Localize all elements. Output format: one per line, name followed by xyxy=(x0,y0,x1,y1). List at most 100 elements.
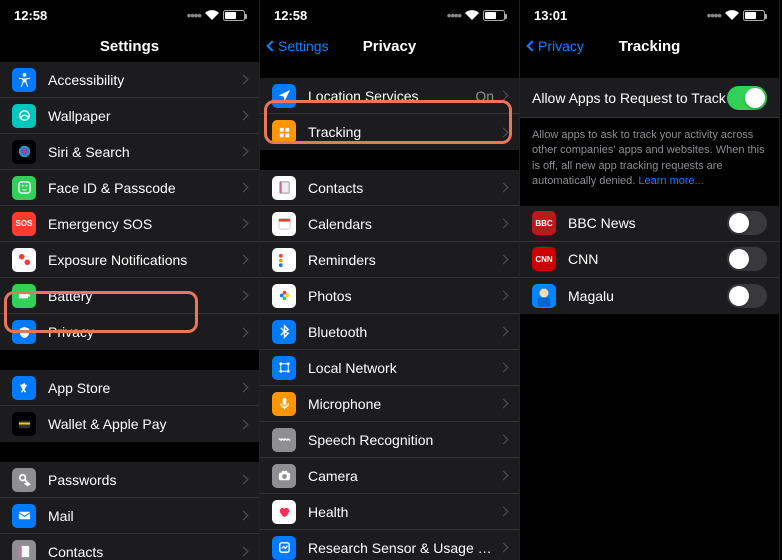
camera-icon xyxy=(272,464,296,488)
chevron-right-icon xyxy=(499,363,509,373)
row-wallpaper[interactable]: Wallpaper xyxy=(0,98,259,134)
chevron-left-icon xyxy=(266,40,277,51)
cnn-toggle[interactable] xyxy=(727,247,767,271)
row-siri-search[interactable]: Siri & Search xyxy=(0,134,259,170)
status-bar: 12:58 •••• xyxy=(0,0,259,30)
row-label: Research Sensor & Usage Data xyxy=(308,540,500,556)
signal-icon: •••• xyxy=(447,8,461,23)
battery-icon xyxy=(743,10,765,21)
chevron-right-icon xyxy=(499,327,509,337)
chevron-right-icon xyxy=(239,383,249,393)
allow-tracking-row[interactable]: Allow Apps to Request to Track xyxy=(520,78,779,118)
contacts-icon xyxy=(12,540,36,560)
tracking-list[interactable]: Allow Apps to Request to Track Allow app… xyxy=(520,62,779,560)
app-row-cnn[interactable]: CNNCNN xyxy=(520,242,779,278)
battery-icon xyxy=(223,10,245,21)
app-label: Magalu xyxy=(568,288,727,304)
chevron-right-icon xyxy=(499,127,509,137)
chevron-right-icon xyxy=(239,327,249,337)
row-face-id-passcode[interactable]: Face ID & Passcode xyxy=(0,170,259,206)
chevron-right-icon xyxy=(239,547,249,557)
status-bar: 13:01 •••• xyxy=(520,0,779,30)
row-app-store[interactable]: App Store xyxy=(0,370,259,406)
row-microphone[interactable]: Microphone xyxy=(260,386,519,422)
bluetooth-icon xyxy=(272,320,296,344)
chevron-right-icon xyxy=(499,291,509,301)
chevron-right-icon xyxy=(499,399,509,409)
row-photos[interactable]: Photos xyxy=(260,278,519,314)
row-battery[interactable]: Battery xyxy=(0,278,259,314)
row-label: Emergency SOS xyxy=(48,216,240,232)
allow-tracking-label: Allow Apps to Request to Track xyxy=(532,90,727,106)
row-label: Contacts xyxy=(48,544,240,560)
chevron-right-icon xyxy=(239,147,249,157)
chevron-right-icon xyxy=(239,219,249,229)
wallpaper-icon xyxy=(12,104,36,128)
bbc-news-app-icon: BBC xyxy=(532,211,556,235)
app-row-magalu[interactable]: Magalu xyxy=(520,278,779,314)
row-emergency-sos[interactable]: SOSEmergency SOS xyxy=(0,206,259,242)
app-row-bbc-news[interactable]: BBC BBC News xyxy=(520,206,779,242)
row-label: Camera xyxy=(308,468,500,484)
row-calendars[interactable]: Calendars xyxy=(260,206,519,242)
back-button[interactable]: Privacy xyxy=(528,38,584,54)
passwords-icon xyxy=(12,468,36,492)
row-label: Tracking xyxy=(308,124,500,140)
row-wallet-apple-pay[interactable]: Wallet & Apple Pay xyxy=(0,406,259,442)
row-label: Wallet & Apple Pay xyxy=(48,416,240,432)
page-title: Tracking xyxy=(619,38,681,55)
row-camera[interactable]: Camera xyxy=(260,458,519,494)
row-mail[interactable]: Mail xyxy=(0,498,259,534)
privacy-list[interactable]: Location ServicesOn Tracking Contacts Cale… xyxy=(260,62,519,560)
face-id-passcode-icon xyxy=(12,176,36,200)
row-privacy[interactable]: Privacy xyxy=(0,314,259,350)
chevron-right-icon xyxy=(499,471,509,481)
speech-recognition-icon xyxy=(272,428,296,452)
app-label: BBC News xyxy=(568,215,727,231)
exposure-notifications-icon xyxy=(12,248,36,272)
row-passwords[interactable]: Passwords xyxy=(0,462,259,498)
chevron-left-icon xyxy=(526,40,537,51)
row-local-network[interactable]: Local Network xyxy=(260,350,519,386)
row-location-services[interactable]: Location ServicesOn xyxy=(260,78,519,114)
row-label: Battery xyxy=(48,288,240,304)
learn-more-link[interactable]: Learn more... xyxy=(638,175,703,187)
row-label: Location Services xyxy=(308,88,475,104)
row-speech-recognition[interactable]: Speech Recognition xyxy=(260,422,519,458)
bbc-news-toggle[interactable] xyxy=(727,211,767,235)
cnn-app-icon: CNN xyxy=(532,247,556,271)
wifi-icon xyxy=(205,8,219,23)
settings-list[interactable]: AccessibilityWallpaper Siri & Search Face … xyxy=(0,62,259,560)
row-label: Siri & Search xyxy=(48,144,240,160)
row-health[interactable]: Health xyxy=(260,494,519,530)
row-exposure-notifications[interactable]: Exposure Notifications xyxy=(0,242,259,278)
photos-icon xyxy=(272,284,296,308)
row-reminders[interactable]: Reminders xyxy=(260,242,519,278)
row-label: Contacts xyxy=(308,180,500,196)
row-label: Privacy xyxy=(48,324,240,340)
row-label: Speech Recognition xyxy=(308,432,500,448)
signal-icon: •••• xyxy=(187,8,201,23)
back-button[interactable]: Settings xyxy=(268,38,329,54)
row-detail: On xyxy=(475,88,494,104)
research-sensor-usage-data-icon xyxy=(272,536,296,560)
magalu-toggle[interactable] xyxy=(727,284,767,308)
row-tracking[interactable]: Tracking xyxy=(260,114,519,150)
row-label: App Store xyxy=(48,380,240,396)
mail-icon xyxy=(12,504,36,528)
status-icons: •••• xyxy=(707,8,765,23)
row-accessibility[interactable]: Accessibility xyxy=(0,62,259,98)
accessibility-icon xyxy=(12,68,36,92)
row-bluetooth[interactable]: Bluetooth xyxy=(260,314,519,350)
allow-tracking-toggle[interactable] xyxy=(727,86,767,110)
chevron-right-icon xyxy=(239,111,249,121)
signal-icon: •••• xyxy=(707,8,721,23)
page-title: Settings xyxy=(100,38,159,55)
row-contacts[interactable]: Contacts xyxy=(0,534,259,560)
row-research-sensor-usage-data[interactable]: Research Sensor & Usage Data xyxy=(260,530,519,560)
chevron-right-icon xyxy=(239,255,249,265)
battery-icon xyxy=(12,284,36,308)
row-label: Face ID & Passcode xyxy=(48,180,240,196)
row-contacts[interactable]: Contacts xyxy=(260,170,519,206)
chevron-right-icon xyxy=(239,475,249,485)
